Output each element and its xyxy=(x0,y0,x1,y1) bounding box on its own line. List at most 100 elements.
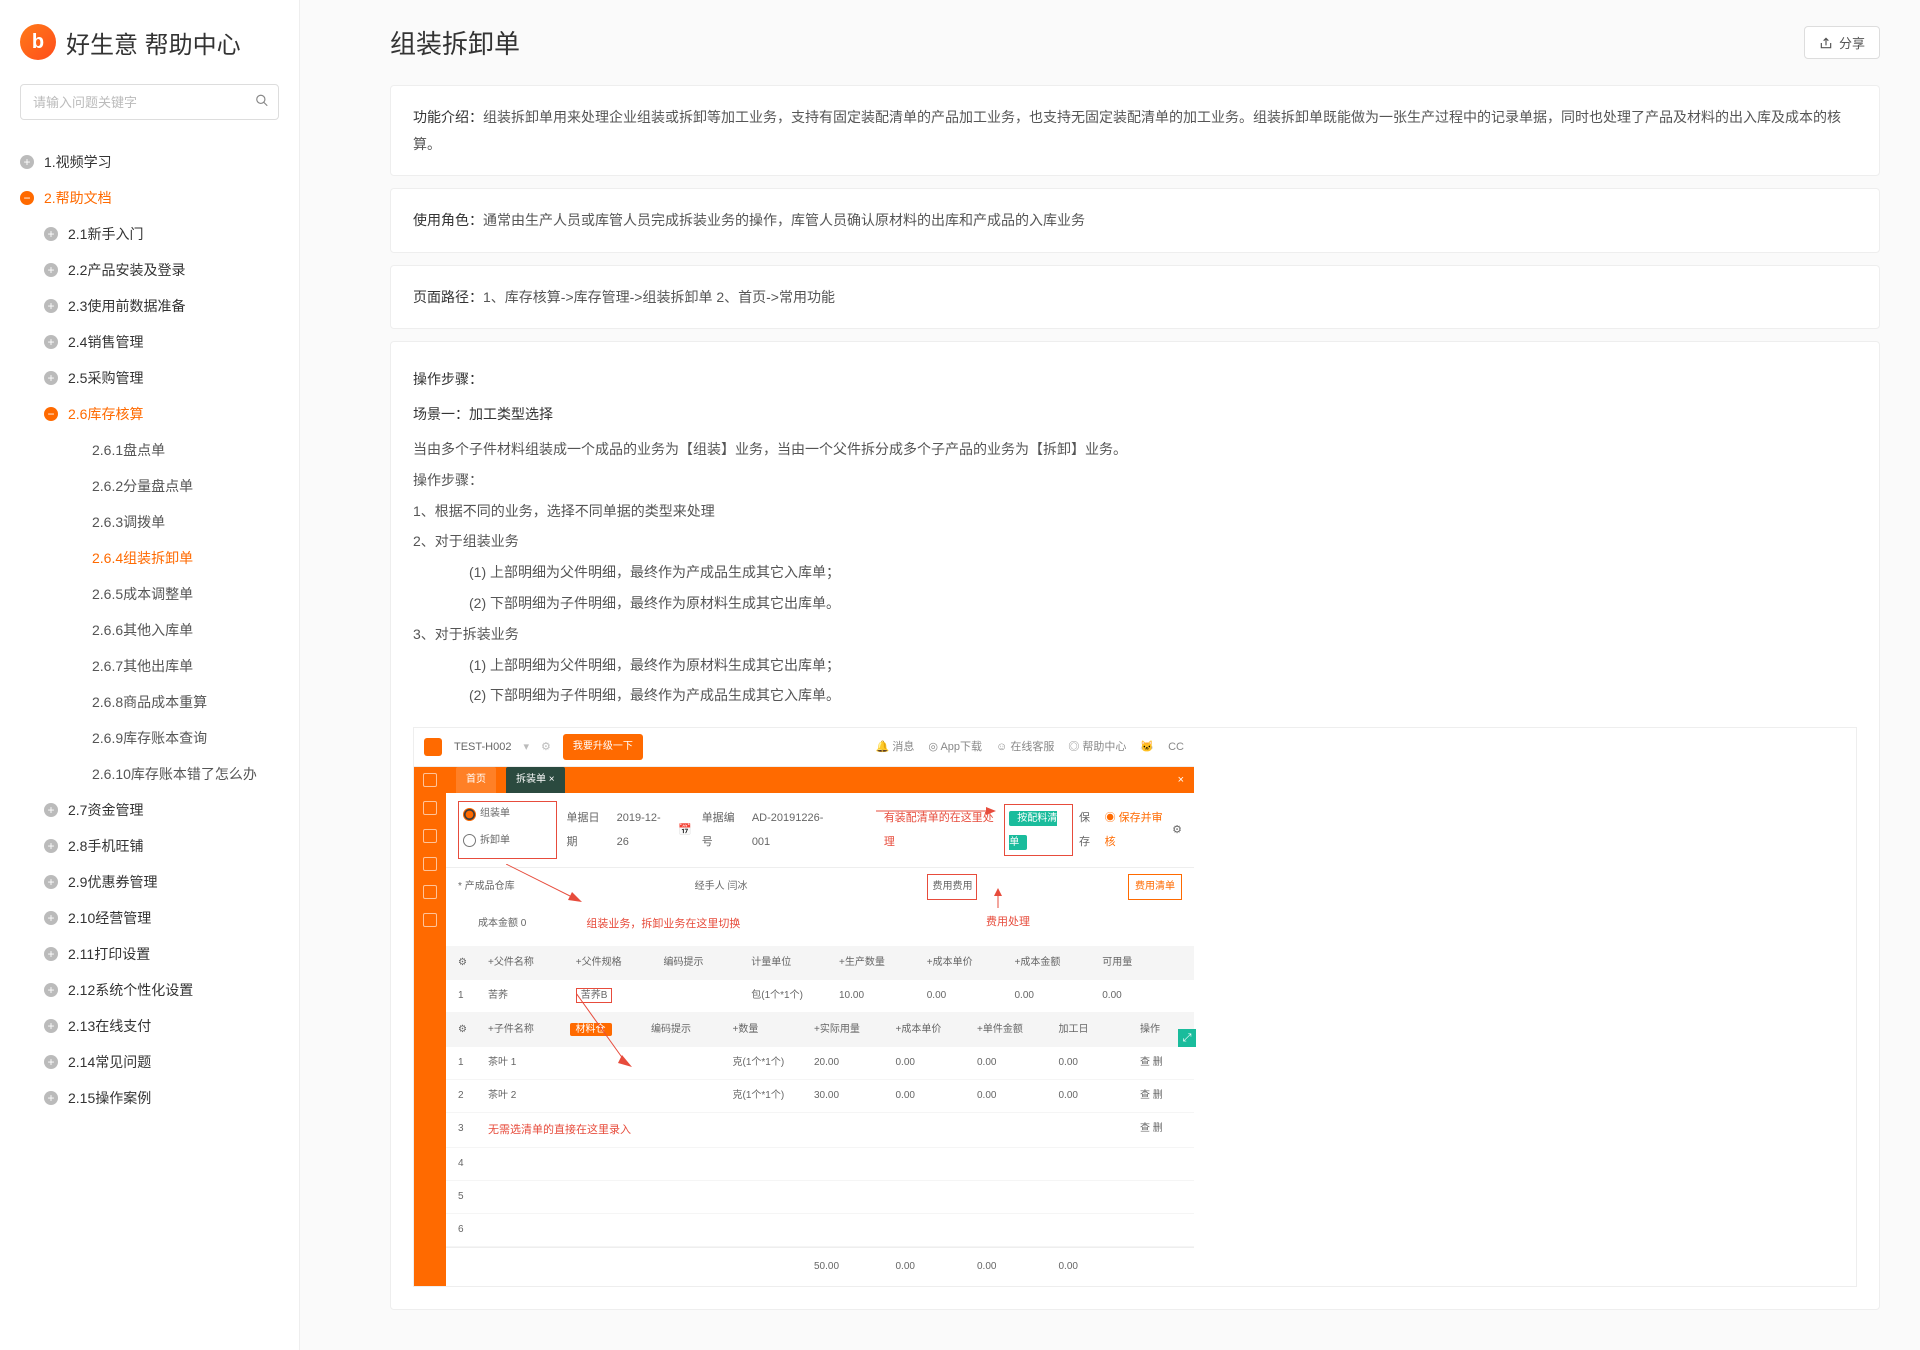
nav-item-docs[interactable]: 2.帮助文档 xyxy=(20,180,279,216)
fig-tabs: 首页 拆装单 × × xyxy=(446,767,1194,793)
nav-item-262[interactable]: 2.6.2分量盘点单 xyxy=(92,468,279,504)
plus-icon xyxy=(44,263,58,277)
nav-label: 2.2产品安装及登录 xyxy=(68,260,185,280)
nav-label: 2.12系统个性化设置 xyxy=(68,980,193,1000)
fig-note1: 有装配清单的在这里处理 xyxy=(884,806,994,854)
nav-item-263[interactable]: 2.6.3调拨单 xyxy=(92,504,279,540)
nav-item-212[interactable]: 2.12系统个性化设置 xyxy=(44,972,279,1008)
fig-side-icon xyxy=(423,913,437,927)
plus-icon xyxy=(44,875,58,889)
minus-icon xyxy=(20,191,34,205)
nav-item-266[interactable]: 2.6.6其他入库单 xyxy=(92,612,279,648)
fig-radio-disassemble xyxy=(463,834,476,847)
fig-date-val: 2019-12-26 xyxy=(617,806,668,854)
path-card: 页面路径：1、库存核算->库存管理->组装拆卸单 2、首页->常用功能 xyxy=(390,265,1880,330)
nav-item-24[interactable]: 2.4销售管理 xyxy=(44,324,279,360)
nav-item-267[interactable]: 2.6.7其他出库单 xyxy=(92,648,279,684)
nav-label: 2.帮助文档 xyxy=(44,188,112,208)
logo-icon: b xyxy=(20,24,56,60)
step-3: 3、对于拆装业务 xyxy=(413,619,1857,650)
fig-help: ◎ 帮助中心 xyxy=(1068,735,1126,759)
search-input[interactable] xyxy=(20,84,279,120)
nav-item-213[interactable]: 2.13在线支付 xyxy=(44,1008,279,1044)
fig-side-icon xyxy=(423,885,437,899)
nav-item-265[interactable]: 2.6.5成本调整单 xyxy=(92,576,279,612)
fig-tab-form: 拆装单 × xyxy=(506,767,565,793)
nav-label: 2.6库存核算 xyxy=(68,404,143,424)
logo-title: 好生意 帮助中心 xyxy=(66,25,241,60)
fig-table-child: ⚙ +子件名称 材料仓 编码提示 +数量 +实际用量 +成本单价 +单件金额 加… xyxy=(446,1013,1194,1247)
nav-label: 2.6.10库存账本错了怎么办 xyxy=(92,764,257,784)
sidebar: b 好生意 帮助中心 1.视频学习 2.帮助文档 2.1新手入门 2.2产品安装… xyxy=(0,0,300,1350)
search-icon[interactable] xyxy=(255,94,269,111)
plus-icon xyxy=(44,839,58,853)
plus-icon xyxy=(44,803,58,817)
nav-item-26[interactable]: 2.6库存核算 xyxy=(44,396,279,432)
nav-item-211[interactable]: 2.11打印设置 xyxy=(44,936,279,972)
fig-app: ◎ App下载 xyxy=(928,735,982,759)
nav-label: 2.6.8商品成本重算 xyxy=(92,692,207,712)
nav-label: 2.6.3调拨单 xyxy=(92,512,165,532)
intro-label: 功能介绍： xyxy=(413,109,483,125)
nav-label: 2.6.4组装拆卸单 xyxy=(92,548,193,568)
fig-side-icon xyxy=(423,829,437,843)
share-button[interactable]: 分享 xyxy=(1804,26,1880,59)
role-text: 通常由生产人员或库管人员完成拆装业务的操作，库管人员确认原材料的出库和产成品的入… xyxy=(483,212,1085,228)
scene-desc: 当由多个子件材料组装成一个成品的业务为【组装】业务，当由一个父件拆分成多个子产品… xyxy=(413,434,1857,465)
nav-item-2610[interactable]: 2.6.10库存账本错了怎么办 xyxy=(92,756,279,792)
plus-icon xyxy=(44,335,58,349)
table-row: 5 xyxy=(446,1181,1194,1214)
nav-item-215[interactable]: 2.15操作案例 xyxy=(44,1080,279,1116)
nav-item-28[interactable]: 2.8手机旺铺 xyxy=(44,828,279,864)
nav-item-261[interactable]: 2.6.1盘点单 xyxy=(92,432,279,468)
logo: b 好生意 帮助中心 xyxy=(20,24,279,60)
nav-label: 2.4销售管理 xyxy=(68,332,143,352)
nav-item-210[interactable]: 2.10经营管理 xyxy=(44,900,279,936)
fig-msg: 🔔 消息 xyxy=(876,735,915,759)
nav-item-264[interactable]: 2.6.4组装拆卸单 xyxy=(92,540,279,576)
fig-side-icon xyxy=(423,773,437,787)
fig-note2: 组装业务，拆卸业务在这里切换 xyxy=(586,912,740,936)
fig-code: TEST-H002 xyxy=(454,735,511,759)
nav-item-27[interactable]: 2.7资金管理 xyxy=(44,792,279,828)
path-label: 页面路径： xyxy=(413,289,483,305)
nav-label: 1.视频学习 xyxy=(44,152,112,172)
nav-item-29[interactable]: 2.9优惠券管理 xyxy=(44,864,279,900)
nav-item-25[interactable]: 2.5采购管理 xyxy=(44,360,279,396)
fig-save: 保存 xyxy=(1079,806,1099,854)
fig-toolbar: 组装单 拆卸单 单据日期 2019-12-26 📅 单据编号 AD-201912… xyxy=(446,793,1194,867)
fig-radio-box: 组装单 拆卸单 xyxy=(458,801,557,858)
table-row: 1 苦荞 苦荞B 包(1个*1个) 10.00 0.00 0.00 0.00 xyxy=(446,980,1194,1013)
nav-label: 2.6.6其他入库单 xyxy=(92,620,193,640)
nav-item-22[interactable]: 2.2产品安装及登录 xyxy=(44,252,279,288)
nav-item-214[interactable]: 2.14常见问题 xyxy=(44,1044,279,1080)
step-3-2: (2) 下部明细为子件明细，最终作为产成品生成其它入库单。 xyxy=(413,680,1857,711)
nav-item-23[interactable]: 2.3使用前数据准备 xyxy=(44,288,279,324)
fig-side-icon xyxy=(423,801,437,815)
nav-item-269[interactable]: 2.6.9库存账本查询 xyxy=(92,720,279,756)
fig-radio-assemble xyxy=(463,808,476,821)
fig-fee-btn: 费用清单 xyxy=(1128,874,1182,900)
fig-approve: ◉ 保存并审核 xyxy=(1105,806,1167,854)
fig-avatar: 🐱 xyxy=(1140,735,1154,759)
main: 组装拆卸单 分享 功能介绍：组装拆卸单用来处理企业组装或拆卸等加工业务，支持有固… xyxy=(300,0,1920,1350)
fig-upgrade-btn: 我要升级一下 xyxy=(563,734,643,760)
plus-icon xyxy=(44,371,58,385)
plus-icon xyxy=(44,983,58,997)
nav-label: 2.10经营管理 xyxy=(68,908,151,928)
nav-label: 2.13在线支付 xyxy=(68,1016,151,1036)
nav-label: 2.6.7其他出库单 xyxy=(92,656,193,676)
fig-code-label: 单据编号 xyxy=(702,806,742,854)
path-text: 1、库存核算->库存管理->组装拆卸单 2、首页->常用功能 xyxy=(483,289,835,305)
nav-item-268[interactable]: 2.6.8商品成本重算 xyxy=(92,684,279,720)
screenshot-figure: TEST-H002 ▾ ⚙ 我要升级一下 🔔 消息 ◎ App下载 ☺ 在线客服… xyxy=(413,727,1857,1287)
step-3-1: (1) 上部明细为父件明细，最终作为原材料生成其它出库单； xyxy=(413,650,1857,681)
nav-item-21[interactable]: 2.1新手入门 xyxy=(44,216,279,252)
nav-label: 2.6.2分量盘点单 xyxy=(92,476,193,496)
plus-icon xyxy=(44,299,58,313)
fig-tab-home: 首页 xyxy=(456,767,496,793)
step-2: 2、对于组装业务 xyxy=(413,526,1857,557)
nav-item-video[interactable]: 1.视频学习 xyxy=(20,144,279,180)
table-row: 6 xyxy=(446,1214,1194,1247)
fig-date-label: 单据日期 xyxy=(567,806,607,854)
